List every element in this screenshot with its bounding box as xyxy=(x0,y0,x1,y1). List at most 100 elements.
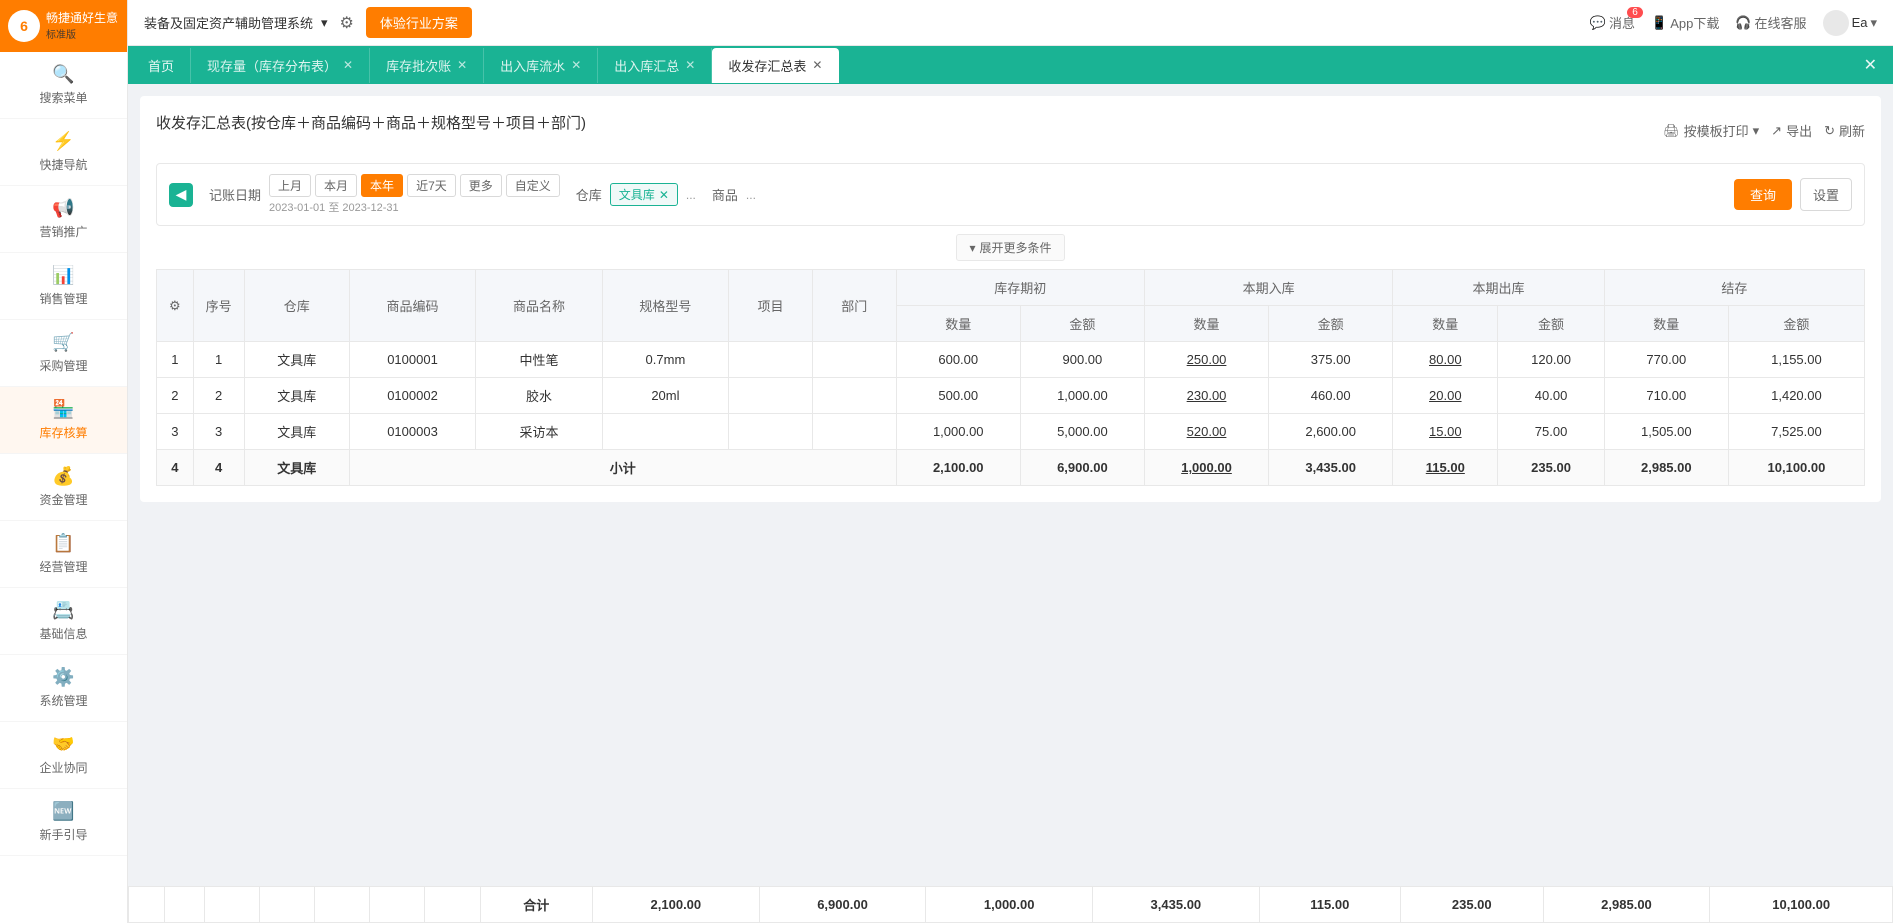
warehouse-tag-close[interactable]: ✕ xyxy=(659,188,669,202)
row2-num: 2 xyxy=(157,378,194,414)
total-row: 合计 2,100.00 6,900.00 1,000.00 3,435.00 1… xyxy=(129,887,1893,923)
sidebar-item-guide[interactable]: 🆕 新手引导 xyxy=(0,789,127,856)
tab-bar: 首页 现存量（库存分布表） ✕ 库存批次账 ✕ 出入库流水 ✕ 出入库汇总 ✕ … xyxy=(128,46,1893,84)
tab-close-stock-dist[interactable]: ✕ xyxy=(343,58,353,72)
date-btn-this-month[interactable]: 本月 xyxy=(315,174,357,197)
experience-button[interactable]: 体验行业方案 xyxy=(366,7,472,38)
settings-icon[interactable]: ⚙ xyxy=(340,13,354,33)
phone-icon: 📱 xyxy=(1651,15,1667,31)
row1-project xyxy=(729,342,813,378)
tab-inout-flow[interactable]: 出入库流水 ✕ xyxy=(484,48,598,83)
data-table: ⚙ 序号 仓库 商品编码 商品名称 规格型号 项目 部门 库存期初 本期入库 本 xyxy=(156,269,1865,486)
date-btn-custom[interactable]: 自定义 xyxy=(506,174,560,197)
table-col-warehouse: 仓库 xyxy=(244,270,349,342)
export-button[interactable]: ↗ 导出 xyxy=(1771,121,1812,140)
sidebar-item-label: 快捷导航 xyxy=(39,156,87,173)
subtotal-out-amt: 235.00 xyxy=(1498,450,1604,486)
headset-icon: 🎧 xyxy=(1735,15,1751,31)
export-icon: ↗ xyxy=(1771,123,1782,139)
avatar xyxy=(1823,10,1849,36)
message-button[interactable]: 💬 消息 6 xyxy=(1590,13,1635,32)
tab-close-inout-summary[interactable]: ✕ xyxy=(685,58,695,72)
row3-num: 3 xyxy=(157,414,194,450)
row3-out-amt: 75.00 xyxy=(1498,414,1604,450)
table-col-goods-code: 商品编码 xyxy=(349,270,475,342)
sidebar-item-purchase[interactable]: 🛒 采购管理 xyxy=(0,320,127,387)
refresh-button[interactable]: ↻ 刷新 xyxy=(1824,121,1865,140)
print-template-button[interactable]: 🖨 按模板打印 ▾ xyxy=(1663,121,1759,140)
table-col-opening-amt: 金额 xyxy=(1020,306,1144,342)
tab-close-receive-summary[interactable]: ✕ xyxy=(812,58,822,72)
tab-close-inout-flow[interactable]: ✕ xyxy=(571,58,581,72)
tab-stock-dist[interactable]: 现存量（库存分布表） ✕ xyxy=(191,48,370,83)
total-empty4 xyxy=(260,887,315,923)
table-col-settings[interactable]: ⚙ xyxy=(157,270,194,342)
subtotal-label: 小计 xyxy=(349,450,896,486)
date-btn-this-year[interactable]: 本年 xyxy=(361,174,403,197)
warehouse-more-button[interactable]: ... xyxy=(686,188,696,202)
sidebar-item-basic[interactable]: 📇 基础信息 xyxy=(0,588,127,655)
table-col-goods-name: 商品名称 xyxy=(476,270,602,342)
row2-out-amt: 40.00 xyxy=(1498,378,1604,414)
row2-num2: 2 xyxy=(193,378,244,414)
total-out-amt: 235.00 xyxy=(1400,887,1543,923)
filter-actions: 查询 设置 xyxy=(1734,178,1852,211)
date-btn-more[interactable]: 更多 xyxy=(460,174,502,197)
table-col-closing-group: 结存 xyxy=(1604,270,1864,306)
sidebar-item-finance[interactable]: 💰 资金管理 xyxy=(0,454,127,521)
row1-num: 1 xyxy=(157,342,194,378)
query-button[interactable]: 查询 xyxy=(1734,179,1792,210)
sidebar-item-marketing[interactable]: 📢 营销推广 xyxy=(0,186,127,253)
row1-in-qty[interactable]: 250.00 xyxy=(1144,342,1268,378)
subtotal-in-qty[interactable]: 1,000.00 xyxy=(1144,450,1268,486)
page-card: 收发存汇总表(按仓库＋商品编码＋商品＋规格型号＋项目＋部门) 🖨 按模板打印 ▾… xyxy=(140,96,1881,502)
user-menu-button[interactable]: Ea ▾ xyxy=(1823,10,1877,36)
table-col-opening-group: 库存期初 xyxy=(896,270,1144,306)
row2-in-qty[interactable]: 230.00 xyxy=(1144,378,1268,414)
basic-icon: 📇 xyxy=(52,600,74,621)
row3-out-qty[interactable]: 15.00 xyxy=(1393,414,1498,450)
sidebar-item-enterprise[interactable]: 🤝 企业协同 xyxy=(0,722,127,789)
sidebar-item-label: 经营管理 xyxy=(39,558,87,575)
row1-out-qty[interactable]: 80.00 xyxy=(1393,342,1498,378)
expand-more-button[interactable]: ▾ 展开更多条件 xyxy=(956,234,1064,261)
sidebar-item-system[interactable]: ⚙️ 系统管理 xyxy=(0,655,127,722)
total-empty6 xyxy=(370,887,425,923)
subtotal-out-qty[interactable]: 115.00 xyxy=(1393,450,1498,486)
table-col-goods-spec: 规格型号 xyxy=(602,270,728,342)
sidebar-item-label: 采购管理 xyxy=(39,357,87,374)
setting-button[interactable]: 设置 xyxy=(1800,178,1852,211)
table-container: ⚙ 序号 仓库 商品编码 商品名称 规格型号 项目 部门 库存期初 本期入库 本 xyxy=(156,269,1865,486)
tab-close-batch[interactable]: ✕ xyxy=(457,58,467,72)
goods-more-button[interactable]: ... xyxy=(746,188,756,202)
inventory-icon: 🏪 xyxy=(52,399,74,420)
subtotal-warehouse: 文具库 xyxy=(244,450,349,486)
row3-goods-code: 0100003 xyxy=(349,414,475,450)
app-download-button[interactable]: 📱 App下载 xyxy=(1651,13,1719,32)
online-service-button[interactable]: 🎧 在线客服 xyxy=(1735,13,1806,32)
message-badge: 6 xyxy=(1627,7,1643,18)
row3-in-qty[interactable]: 520.00 xyxy=(1144,414,1268,450)
goods-filter-section: 商品 ... xyxy=(712,185,756,204)
sidebar-item-inventory[interactable]: 🏪 库存核算 xyxy=(0,387,127,454)
date-btn-7days[interactable]: 近7天 xyxy=(407,174,456,197)
username-label: Ea xyxy=(1852,15,1868,30)
tab-batch[interactable]: 库存批次账 ✕ xyxy=(370,48,484,83)
sidebar-item-quick[interactable]: ⚡ 快捷导航 xyxy=(0,119,127,186)
sidebar-item-search[interactable]: 🔍 搜索菜单 xyxy=(0,52,127,119)
footer-table: 合计 2,100.00 6,900.00 1,000.00 3,435.00 1… xyxy=(128,887,1893,923)
system-name-label[interactable]: 装备及固定资产辅助管理系统 xyxy=(144,13,313,32)
row3-goods-spec xyxy=(602,414,728,450)
row1-goods-code: 0100001 xyxy=(349,342,475,378)
sidebar-item-operation[interactable]: 📋 经营管理 xyxy=(0,521,127,588)
close-all-tabs-button[interactable]: ✕ xyxy=(1852,47,1889,83)
total-out-qty: 115.00 xyxy=(1259,887,1400,923)
row2-out-qty[interactable]: 20.00 xyxy=(1393,378,1498,414)
total-empty2 xyxy=(165,887,205,923)
filter-collapse-button[interactable]: ◀ xyxy=(169,183,193,207)
tab-receive-summary[interactable]: 收发存汇总表 ✕ xyxy=(712,48,839,83)
tab-home[interactable]: 首页 xyxy=(132,48,191,83)
sidebar-item-sales[interactable]: 📊 销售管理 xyxy=(0,253,127,320)
tab-inout-summary[interactable]: 出入库汇总 ✕ xyxy=(598,48,712,83)
date-btn-last-month[interactable]: 上月 xyxy=(269,174,311,197)
